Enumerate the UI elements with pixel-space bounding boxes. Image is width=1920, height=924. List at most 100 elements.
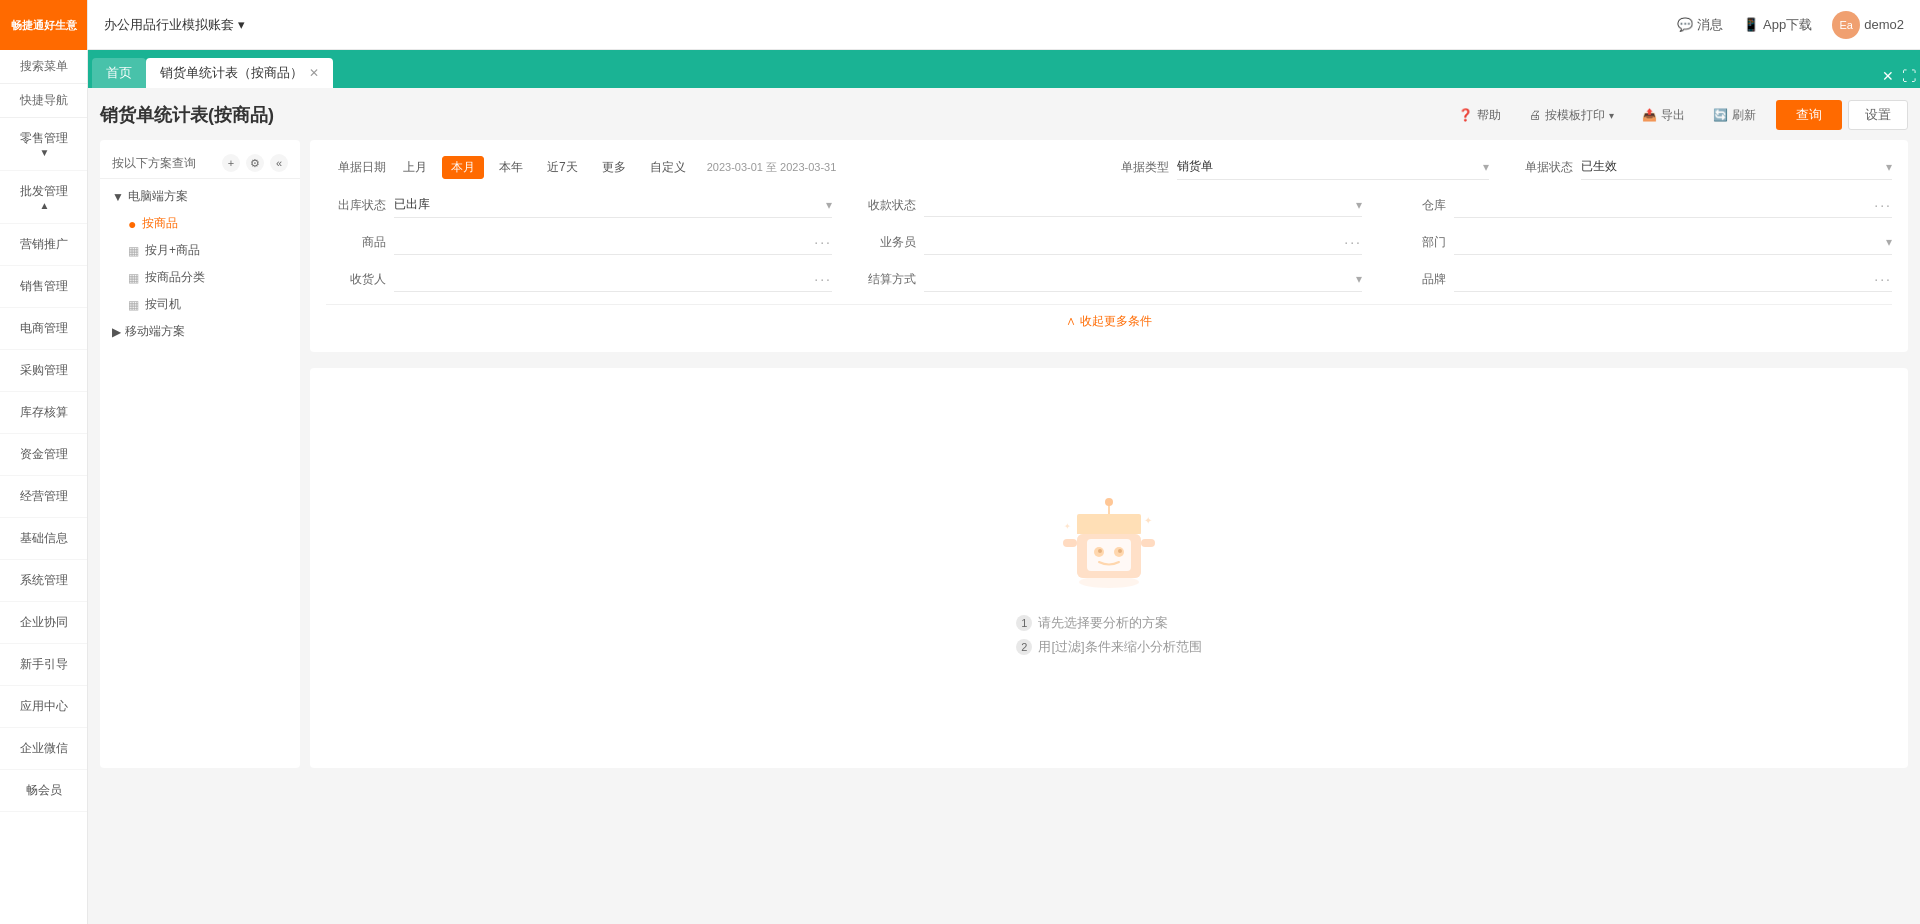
tree-parent-pc[interactable]: ▼ 电脑端方案 (100, 183, 300, 210)
page-actions: ❓ 帮助 🖨 按模板打印 ▾ 📤 导出 🔄 刷新 查询 (1450, 100, 1908, 130)
settlement-label: 结算方式 (856, 271, 916, 288)
query-button[interactable]: 查询 (1776, 100, 1842, 130)
tree-parent-pc-label: 电脑端方案 (128, 188, 188, 205)
brand-control[interactable]: ··· (1454, 267, 1892, 292)
tree-child-by-operator[interactable]: ▦ 按司机 (100, 291, 300, 318)
department-label: 部门 (1386, 234, 1446, 251)
username: demo2 (1864, 17, 1904, 32)
tab-sales-stats[interactable]: 销货单统计表（按商品） ✕ (146, 58, 333, 88)
add-scheme-button[interactable]: + (222, 154, 240, 172)
date-btn-this-year[interactable]: 本年 (490, 156, 532, 179)
outbound-value: 已出库 (394, 196, 430, 213)
date-btn-this-month[interactable]: 本月 (442, 156, 484, 179)
main-area: 办公用品行业模拟账套 ▾ 💬 消息 📱 App下载 Ea demo2 首页 销货… (88, 0, 1920, 924)
tree-child-by-month-product[interactable]: ▦ 按月+商品 (100, 237, 300, 264)
svg-rect-4 (1087, 539, 1131, 571)
collapse-button[interactable]: ∧ 收起更多条件 (326, 304, 1892, 338)
refresh-label: 刷新 (1732, 107, 1756, 124)
outbound-caret-icon: ▾ (826, 198, 832, 212)
tree-mobile-expand-icon: ▶ (112, 325, 121, 339)
date-btn-more[interactable]: 更多 (593, 156, 635, 179)
export-label: 导出 (1661, 107, 1685, 124)
sidebar-item-appcenter[interactable]: 应用中心 (0, 686, 87, 728)
tab-home[interactable]: 首页 (92, 58, 146, 88)
tree-child-by-category[interactable]: ▦ 按商品分类 (100, 264, 300, 291)
sidebar-item-wechat[interactable]: 企业微信 (0, 728, 87, 770)
filter-item-product: 商品 ··· (326, 230, 832, 255)
app-logo: 畅捷通好生意 (0, 0, 87, 50)
sidebar-item-retail[interactable]: 零售管理▼ (0, 118, 87, 171)
left-panel-title: 按以下方案查询 (112, 155, 196, 172)
receipt-status-control[interactable]: ▾ (924, 193, 1362, 217)
app-download-action[interactable]: 📱 App下载 (1743, 16, 1812, 34)
sidebar-item-ecommerce[interactable]: 电商管理 (0, 308, 87, 350)
sidebar-item-enterprise[interactable]: 企业协同 (0, 602, 87, 644)
message-label: 消息 (1697, 16, 1723, 34)
collapse-panel-button[interactable]: « (270, 154, 288, 172)
refresh-button[interactable]: 🔄 刷新 (1705, 103, 1764, 128)
sidebar: 畅捷通好生意 搜索菜单 快捷导航 零售管理▼ 批发管理▲ 营销推广 销售管理 电… (0, 0, 88, 924)
department-control[interactable]: ▾ (1454, 231, 1892, 255)
setting-button[interactable]: 设置 (1848, 100, 1908, 130)
filter-item-outbound: 出库状态 已出库 ▾ (326, 192, 832, 218)
sidebar-search[interactable]: 搜索菜单 (0, 50, 87, 84)
date-btn-last-month[interactable]: 上月 (394, 156, 436, 179)
doc-type-control[interactable]: 销货单 ▾ (1177, 154, 1489, 180)
sidebar-item-basic[interactable]: 基础信息 (0, 518, 87, 560)
by-month-product-icon: ▦ (128, 244, 139, 258)
recipient-label: 收货人 (326, 271, 386, 288)
help-label: 帮助 (1477, 107, 1501, 124)
salesperson-control[interactable]: ··· (924, 230, 1362, 255)
filter-row-4: 收货人 ··· 结算方式 ▾ (326, 267, 1892, 292)
btn-group: 查询 设置 (1776, 100, 1908, 130)
sidebar-item-operations[interactable]: 经营管理 (0, 476, 87, 518)
empty-tip-1: 1 请先选择要分析的方案 (1016, 614, 1201, 632)
settlement-caret-icon: ▾ (1356, 272, 1362, 286)
settings-scheme-button[interactable]: ⚙ (246, 154, 264, 172)
sidebar-item-system[interactable]: 系统管理 (0, 560, 87, 602)
brand-dots-icon: ··· (1874, 271, 1892, 287)
industry-selector[interactable]: 办公用品行业模拟账套 ▾ (104, 16, 245, 34)
recipient-control[interactable]: ··· (394, 267, 832, 292)
user-action[interactable]: Ea demo2 (1832, 11, 1904, 39)
salesperson-dots-icon: ··· (1344, 234, 1362, 250)
tab-close-icon[interactable]: ✕ (309, 66, 319, 80)
sidebar-item-member[interactable]: 畅会员 (0, 770, 87, 812)
warehouse-control[interactable]: ··· (1454, 193, 1892, 218)
svg-rect-12 (1141, 539, 1155, 547)
svg-text:✦: ✦ (1064, 522, 1071, 531)
sidebar-item-sales[interactable]: 销售管理 (0, 266, 87, 308)
tab-fullscreen-icon[interactable]: ⛶ (1902, 68, 1916, 84)
sidebar-item-wholesale[interactable]: 批发管理▲ (0, 171, 87, 224)
filter-item-settlement: 结算方式 ▾ (856, 268, 1362, 292)
date-btn-custom[interactable]: 自定义 (641, 156, 695, 179)
collapse-label: ∧ 收起更多条件 (1066, 314, 1151, 328)
tree-parent-mobile[interactable]: ▶ 移动端方案 (100, 318, 300, 345)
product-control[interactable]: ··· (394, 230, 832, 255)
left-panel-actions: + ⚙ « (222, 154, 288, 172)
right-section: 单据日期 上月 本月 本年 近7天 更多 自定义 20 (310, 140, 1908, 768)
date-btn-7days[interactable]: 近7天 (538, 156, 587, 179)
svg-rect-3 (1077, 514, 1141, 534)
sidebar-shortcut[interactable]: 快捷导航 (0, 84, 87, 118)
help-button[interactable]: ❓ 帮助 (1450, 103, 1509, 128)
sidebar-item-finance[interactable]: 资金管理 (0, 434, 87, 476)
sidebar-item-purchase[interactable]: 采购管理 (0, 350, 87, 392)
date-filter-label: 单据日期 (326, 159, 386, 176)
warehouse-dots-icon: ··· (1874, 197, 1892, 213)
filter-row-3: 商品 ··· 业务员 ··· (326, 230, 1892, 255)
export-button[interactable]: 📤 导出 (1634, 103, 1693, 128)
sidebar-item-newuser[interactable]: 新手引导 (0, 644, 87, 686)
outbound-control[interactable]: 已出库 ▾ (394, 192, 832, 218)
filter-item-brand: 品牌 ··· (1386, 267, 1892, 292)
tree-child-by-product[interactable]: ● 按商品 (100, 210, 300, 237)
industry-caret-icon: ▾ (238, 17, 245, 32)
message-action[interactable]: 💬 消息 (1677, 16, 1723, 34)
sidebar-item-inventory[interactable]: 库存核算 (0, 392, 87, 434)
sidebar-item-marketing[interactable]: 营销推广 (0, 224, 87, 266)
recipient-dots-icon: ··· (814, 271, 832, 287)
template-print-button[interactable]: 🖨 按模板打印 ▾ (1521, 103, 1622, 128)
settlement-control[interactable]: ▾ (924, 268, 1362, 292)
doc-status-control[interactable]: 已生效 ▾ (1581, 154, 1893, 180)
tab-close-window-icon[interactable]: ✕ (1882, 68, 1894, 84)
